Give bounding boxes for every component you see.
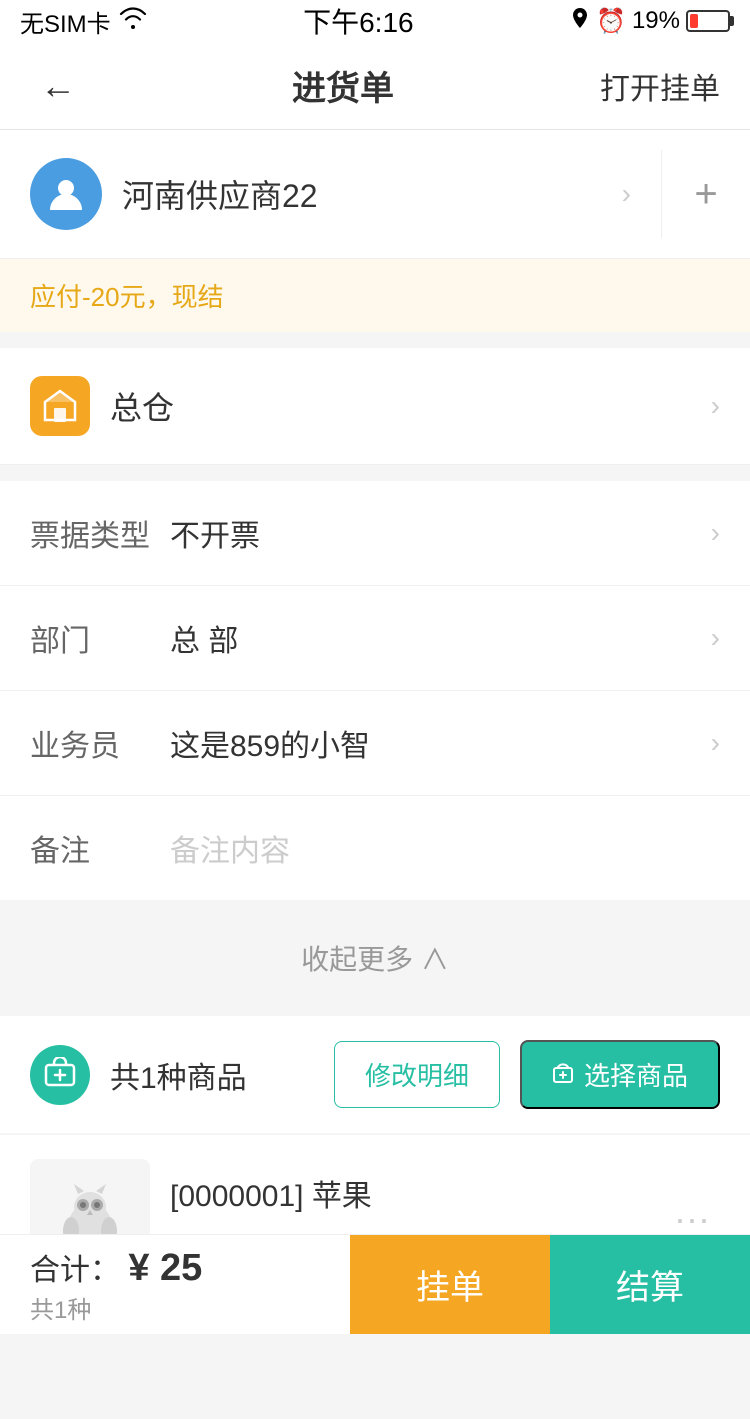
status-left: 无SIM卡 (20, 4, 147, 39)
location-icon (570, 7, 590, 36)
staff-row[interactable]: 业务员 这是859的小智 › (0, 691, 750, 796)
status-bar: 无SIM卡 下午6:16 ⏰ 19% (0, 0, 750, 42)
add-supplier-button[interactable]: + (662, 130, 750, 258)
bottom-bar: 合计： ¥ 25 共1种 挂单 结算 (0, 1234, 750, 1334)
products-header: 共1种商品 修改明细 选择商品 (0, 1016, 750, 1133)
invoice-type-label: 票据类型 (30, 511, 170, 555)
edit-detail-button[interactable]: 修改明细 (334, 1041, 500, 1108)
total-sub: 共1种 (30, 1290, 320, 1325)
battery-text: 19% (632, 7, 680, 35)
total-label: 合计： (30, 1254, 120, 1287)
remark-row[interactable]: 备注 备注内容 (0, 796, 750, 900)
department-label: 部门 (30, 616, 170, 660)
collapse-toggle[interactable]: 收起更多 ∧ (0, 916, 750, 1000)
invoice-type-row[interactable]: 票据类型 不开票 › (0, 481, 750, 586)
page-title: 进货单 (292, 61, 394, 110)
staff-value: 这是859的小智 (170, 721, 711, 765)
supplier-name: 河南供应商22 (122, 171, 622, 217)
chevron-right-icon: › (711, 727, 720, 759)
product-title: 苹果 (312, 1180, 372, 1213)
warehouse-name: 总仓 (110, 383, 711, 429)
select-product-button[interactable]: 选择商品 (520, 1040, 720, 1109)
supplier-section: 河南供应商22 › + (0, 130, 750, 259)
alarm-icon: ⏰ (596, 7, 626, 36)
chevron-right-icon: › (711, 622, 720, 654)
remark-placeholder: 备注内容 (170, 826, 720, 870)
back-button[interactable]: ← (30, 55, 86, 117)
status-right: ⏰ 19% (570, 7, 730, 36)
status-time: 下午6:16 (303, 1, 414, 41)
staff-label: 业务员 (30, 721, 170, 765)
remark-label: 备注 (30, 826, 170, 870)
supplier-notice: 应付-20元，现结 (0, 259, 750, 332)
warehouse-selector[interactable]: 总仓 › (0, 348, 750, 465)
form-section: 票据类型 不开票 › 部门 总 部 › 业务员 这是859的小智 › 备注 备注… (0, 481, 750, 900)
products-icon (30, 1045, 90, 1105)
product-name: [0000001] 苹果 (170, 1171, 644, 1215)
select-product-icon (552, 1063, 576, 1087)
battery-icon (686, 10, 730, 32)
carrier-text: 无SIM卡 (20, 4, 111, 39)
bottom-total: 合计： ¥ 25 共1种 (0, 1235, 350, 1334)
supplier-avatar (30, 158, 102, 230)
product-code: [0000001] (170, 1180, 303, 1213)
invoice-type-value: 不开票 (170, 511, 711, 555)
chevron-right-icon: › (711, 390, 720, 422)
chevron-right-icon: › (711, 517, 720, 549)
products-count: 共1种商品 (110, 1053, 314, 1097)
select-product-label: 选择商品 (584, 1056, 688, 1093)
supplier-selector[interactable]: 河南供应商22 › (0, 130, 661, 258)
settle-button[interactable]: 结算 (550, 1235, 750, 1334)
nav-bar: ← 进货单 打开挂单 (0, 42, 750, 130)
warehouse-icon (30, 376, 90, 436)
main-content: 河南供应商22 › + 应付-20元，现结 总仓 › 票据类型 不开票 › 部门 (0, 130, 750, 1419)
open-hang-button[interactable]: 打开挂单 (600, 64, 720, 108)
department-value: 总 部 (170, 616, 711, 660)
department-row[interactable]: 部门 总 部 › (0, 586, 750, 691)
wifi-icon (119, 7, 147, 36)
chevron-right-icon: › (622, 178, 631, 210)
total-main: 合计： ¥ 25 (30, 1245, 320, 1290)
total-amount: ¥ 25 (128, 1247, 202, 1289)
hang-order-button[interactable]: 挂单 (350, 1235, 550, 1334)
